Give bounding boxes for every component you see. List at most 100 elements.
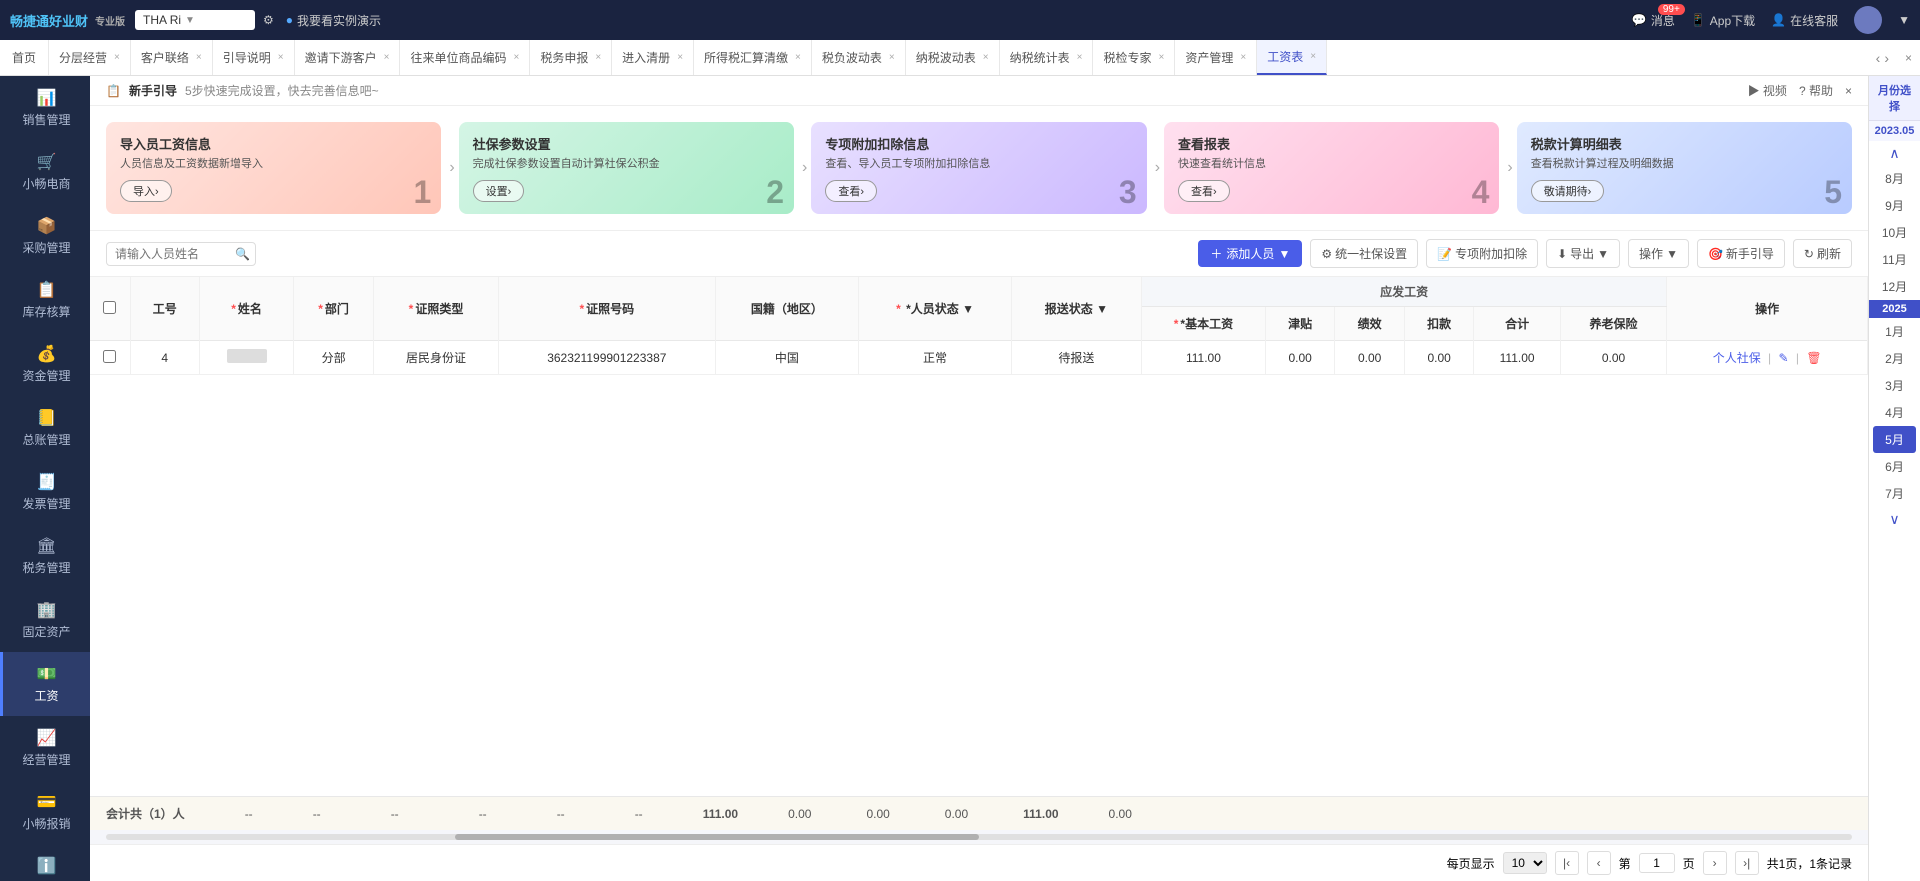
tab-close-icon[interactable]: × [677, 52, 683, 63]
operation-button[interactable]: 操作 ▼ [1628, 239, 1689, 268]
tab-close-icon[interactable]: × [983, 52, 989, 63]
message-button[interactable]: 💬 消息 99+ [1632, 12, 1675, 29]
month-item-5-active[interactable]: 5月 [1873, 426, 1916, 453]
new-guide-button[interactable]: 🎯 新手引导 [1697, 239, 1785, 268]
tab-close-active-icon[interactable]: × [1310, 51, 1316, 62]
refresh-button[interactable]: ↻ 刷新 [1793, 239, 1852, 268]
user-menu-icon[interactable]: ▼ [1898, 13, 1910, 27]
company-selector[interactable]: THA Ri ▼ [135, 10, 255, 30]
sidebar-item-基础信息[interactable]: ℹ️ 基础信息 [0, 844, 90, 881]
sidebar-item-总账管理[interactable]: 📒 总账管理 [0, 396, 90, 460]
row-checkbox[interactable] [103, 350, 116, 363]
horizontal-scrollbar-track[interactable] [106, 834, 1852, 840]
step-5-btn[interactable]: 敬请期待› [1531, 180, 1605, 202]
month-item-9[interactable]: 9月 [1869, 192, 1920, 219]
online-service-button[interactable]: 👤 在线客服 [1771, 12, 1838, 29]
step-2-btn[interactable]: 设置› [473, 180, 525, 202]
delete-icon[interactable]: 🗑 [1806, 351, 1821, 365]
step-4-btn[interactable]: 查看› [1178, 180, 1230, 202]
guide-video-link[interactable]: ▶ 视频 [1748, 82, 1787, 99]
sidebar-item-资金管理[interactable]: 💰 资金管理 [0, 332, 90, 396]
app-download-button[interactable]: 📱 App下载 [1691, 12, 1755, 29]
tab-close-icon[interactable]: × [278, 52, 284, 63]
tab-客户联络[interactable]: 客户联络 × [131, 40, 213, 75]
demo-link[interactable]: ● 我要看实例演示 [286, 12, 381, 29]
month-item-8[interactable]: 8月 [1869, 165, 1920, 192]
tab-close-icon[interactable]: × [384, 52, 390, 63]
last-page-button[interactable]: ›| [1735, 851, 1759, 875]
sidebar-item-税务管理[interactable]: 🏛 税务管理 [0, 524, 90, 588]
tab-工资表[interactable]: 工资表 × [1257, 40, 1327, 75]
tab-税负波动表[interactable]: 税负波动表 × [812, 40, 906, 75]
add-person-button[interactable]: ＋ 添加人员 ▼ [1198, 240, 1302, 267]
sidebar-item-固定资产[interactable]: 🏢 固定资产 [0, 588, 90, 652]
status-filter-icon[interactable]: ▼ [962, 302, 974, 316]
tab-纳税统计表[interactable]: 纳税统计表 × [1000, 40, 1094, 75]
step-3-btn[interactable]: 查看› [825, 180, 877, 202]
tab-税务申报[interactable]: 税务申报 × [530, 40, 612, 75]
tab-close-icon[interactable]: × [795, 52, 801, 63]
tab-分层经营[interactable]: 分层经营 × [49, 40, 131, 75]
tab-close-icon[interactable]: × [1240, 52, 1246, 63]
tab-close-icon[interactable]: × [196, 52, 202, 63]
next-page-button[interactable]: › [1703, 851, 1727, 875]
tab-close-icon[interactable]: × [114, 52, 120, 63]
first-page-button[interactable]: |‹ [1555, 851, 1579, 875]
search-input[interactable] [106, 242, 256, 266]
tab-prev-icon[interactable]: ‹ [1876, 50, 1881, 66]
sidebar-item-小畅报销[interactable]: 💳 小畅报销 [0, 780, 90, 844]
guide-help-link[interactable]: ? 帮助 [1799, 82, 1833, 99]
prev-page-button[interactable]: ‹ [1587, 851, 1611, 875]
tab-纳税波动表[interactable]: 纳税波动表 × [906, 40, 1000, 75]
tab-引导说明[interactable]: 引导说明 × [213, 40, 295, 75]
personal-insurance-link[interactable]: 个人社保 [1713, 351, 1761, 365]
month-up-icon[interactable]: ∧ [1886, 144, 1904, 162]
tab-close-all-icon[interactable]: × [1897, 51, 1920, 65]
month-item-11[interactable]: 11月 [1869, 246, 1920, 273]
tab-home[interactable]: 首页 [0, 40, 49, 75]
month-item-12[interactable]: 12月 [1869, 273, 1920, 300]
step-1-btn[interactable]: 导入› [120, 180, 172, 202]
search-icon[interactable]: 🔍 [235, 247, 250, 261]
tab-税检专家[interactable]: 税检专家 × [1093, 40, 1175, 75]
month-item-4[interactable]: 4月 [1869, 399, 1920, 426]
month-item-2[interactable]: 2月 [1869, 345, 1920, 372]
month-item-7[interactable]: 7月 [1869, 480, 1920, 507]
sidebar-item-经营管理[interactable]: 📈 经营管理 [0, 716, 90, 780]
month-down-icon[interactable]: ∨ [1886, 510, 1904, 528]
tab-进入清册[interactable]: 进入清册 × [612, 40, 694, 75]
month-panel-title[interactable]: 月份选择 [1869, 76, 1920, 121]
settings-icon[interactable]: ⚙ [263, 13, 274, 27]
tab-next-icon[interactable]: › [1884, 50, 1889, 66]
export-button[interactable]: ⬇ 导出 ▼ [1546, 239, 1620, 268]
sidebar-item-工资[interactable]: 💵 工资 [0, 652, 90, 716]
sidebar-item-销售管理[interactable]: 📊 销售管理 [0, 76, 90, 140]
tab-所得税汇算清缴[interactable]: 所得税汇算清缴 × [694, 40, 812, 75]
send-filter-icon[interactable]: ▼ [1096, 302, 1108, 316]
tab-邀请下游客户[interactable]: 邀请下游客户 × [295, 40, 401, 75]
edit-icon[interactable]: ✎ [1779, 351, 1789, 365]
per-page-select[interactable]: 10 20 50 [1503, 852, 1547, 874]
unified-setting-button[interactable]: ⚙ 统一社保设置 [1310, 239, 1418, 268]
month-item-year-2025[interactable]: 2025 [1869, 300, 1920, 318]
sidebar-item-发票管理[interactable]: 🧾 发票管理 [0, 460, 90, 524]
sidebar-item-库存核算[interactable]: 📋 库存核算 [0, 268, 90, 332]
month-item-6[interactable]: 6月 [1869, 453, 1920, 480]
sidebar-item-小畅电商[interactable]: 🛒 小畅电商 [0, 140, 90, 204]
tab-close-icon[interactable]: × [889, 52, 895, 63]
month-item-3[interactable]: 3月 [1869, 372, 1920, 399]
tab-close-icon[interactable]: × [513, 52, 519, 63]
tab-资产管理[interactable]: 资产管理 × [1175, 40, 1257, 75]
sidebar-item-采购管理[interactable]: 📦 采购管理 [0, 204, 90, 268]
tab-close-icon[interactable]: × [1077, 52, 1083, 63]
avatar[interactable] [1854, 6, 1882, 34]
special-deduction-button[interactable]: 📝 专项附加扣除 [1426, 239, 1538, 268]
month-item-1[interactable]: 1月 [1869, 318, 1920, 345]
month-item-10[interactable]: 10月 [1869, 219, 1920, 246]
page-number-input[interactable] [1639, 853, 1675, 873]
select-all-checkbox[interactable] [103, 301, 116, 314]
tab-close-icon[interactable]: × [1158, 52, 1164, 63]
guide-close-icon[interactable]: × [1845, 84, 1852, 98]
tab-close-icon[interactable]: × [595, 52, 601, 63]
tab-往来单位商品编码[interactable]: 往来单位商品编码 × [400, 40, 530, 75]
